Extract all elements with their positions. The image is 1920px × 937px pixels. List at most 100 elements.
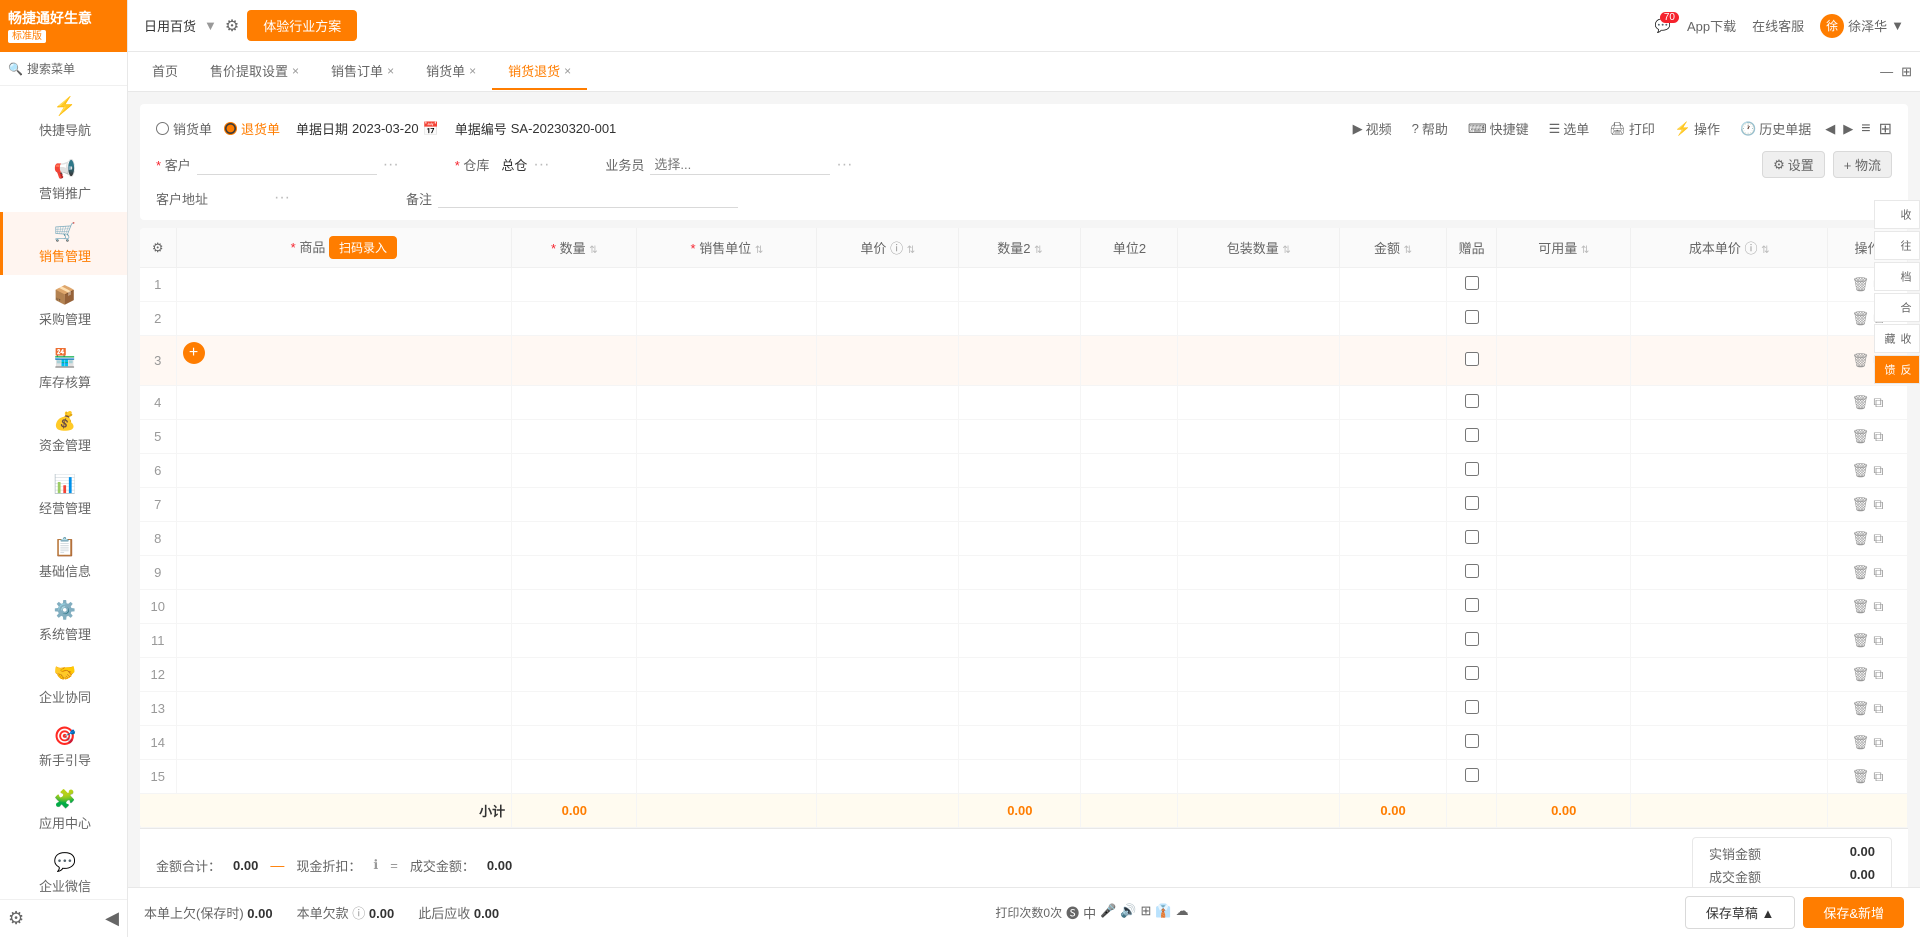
copy-row-btn[interactable]: ⧉: [1873, 564, 1883, 581]
pkg-qty-cell[interactable]: [1178, 386, 1340, 420]
available-cell[interactable]: [1497, 420, 1631, 454]
pkg-qty-cell[interactable]: [1178, 488, 1340, 522]
warehouse-picker-icon[interactable]: ···: [533, 156, 549, 174]
price-sort-icon[interactable]: ⇅: [907, 245, 915, 256]
sticky-btn-receive[interactable]: 收: [1874, 200, 1920, 229]
qty2-cell[interactable]: [959, 556, 1081, 590]
save-new-btn[interactable]: 保存&新增: [1803, 897, 1904, 928]
message-btn[interactable]: 💬 70: [1655, 18, 1671, 34]
gift-checkbox[interactable]: [1465, 496, 1479, 510]
tab-price-extract-close[interactable]: ×: [292, 64, 299, 78]
amount-cell[interactable]: [1340, 590, 1447, 624]
tab-return-close[interactable]: ×: [564, 64, 571, 78]
available-cell[interactable]: [1497, 760, 1631, 794]
qty2-cell[interactable]: [959, 590, 1081, 624]
gift-checkbox[interactable]: [1465, 564, 1479, 578]
price-cell[interactable]: [817, 692, 959, 726]
product-cell[interactable]: [176, 658, 512, 692]
sidebar-item-wechat[interactable]: 💬 企业微信: [0, 842, 127, 899]
amount-cell[interactable]: [1340, 336, 1447, 386]
next-record-icon[interactable]: ▶: [1843, 121, 1853, 137]
cost-price-cell[interactable]: [1631, 624, 1828, 658]
qty-cell[interactable]: [512, 336, 637, 386]
amount-cell[interactable]: [1340, 420, 1447, 454]
copy-row-btn[interactable]: ⧉: [1873, 530, 1883, 547]
amount-cell[interactable]: [1340, 760, 1447, 794]
qty-cell[interactable]: [512, 454, 637, 488]
unit-cell[interactable]: [637, 488, 817, 522]
gift-checkbox[interactable]: [1465, 666, 1479, 680]
unit2-cell[interactable]: [1081, 760, 1178, 794]
unit2-cell[interactable]: [1081, 268, 1178, 302]
product-cell[interactable]: [176, 590, 512, 624]
available-cell[interactable]: [1497, 386, 1631, 420]
qty2-cell[interactable]: [959, 692, 1081, 726]
pkg-qty-cell[interactable]: [1178, 692, 1340, 726]
sticky-btn-往[interactable]: 往: [1874, 231, 1920, 260]
copy-row-btn[interactable]: ⧉: [1873, 734, 1883, 751]
unit2-cell[interactable]: [1081, 454, 1178, 488]
logistics-btn[interactable]: + 物流: [1833, 151, 1892, 178]
sidebar-item-finance[interactable]: 💰 资金管理: [0, 401, 127, 464]
amount-cell[interactable]: [1340, 658, 1447, 692]
unit2-cell[interactable]: [1081, 556, 1178, 590]
gift-checkbox[interactable]: [1465, 352, 1479, 366]
product-cell[interactable]: [176, 268, 512, 302]
product-cell[interactable]: [176, 488, 512, 522]
cost-price-cell[interactable]: [1631, 556, 1828, 590]
qty-cell[interactable]: [512, 692, 637, 726]
available-cell[interactable]: [1497, 624, 1631, 658]
gift-checkbox[interactable]: [1465, 632, 1479, 646]
qty2-cell[interactable]: [959, 488, 1081, 522]
available-cell[interactable]: [1497, 556, 1631, 590]
unit-cell[interactable]: [637, 386, 817, 420]
sticky-btn-合[interactable]: 合: [1874, 293, 1920, 322]
unit-cell[interactable]: [637, 726, 817, 760]
available-cell[interactable]: [1497, 454, 1631, 488]
price-cell[interactable]: [817, 760, 959, 794]
delete-row-btn[interactable]: 🗑: [1852, 310, 1870, 327]
video-btn[interactable]: ▶ 视频: [1347, 116, 1398, 141]
select-btn[interactable]: ☰ 选单: [1543, 116, 1596, 141]
pkg-qty-cell[interactable]: [1178, 556, 1340, 590]
sidebar-item-newbie[interactable]: 🎯 新手引导: [0, 716, 127, 779]
amount-cell[interactable]: [1340, 386, 1447, 420]
unit-cell[interactable]: [637, 624, 817, 658]
delete-row-btn[interactable]: 🗑: [1852, 428, 1870, 445]
price-cell[interactable]: [817, 302, 959, 336]
unit-cell[interactable]: [637, 454, 817, 488]
topbar-gear-icon[interactable]: ⚙: [225, 16, 239, 36]
cost-price-cell[interactable]: [1631, 302, 1828, 336]
radio-sale-input[interactable]: [156, 122, 169, 135]
qty2-cell[interactable]: [959, 268, 1081, 302]
sidebar-item-sales[interactable]: 🛒 销售管理: [0, 212, 127, 275]
qty-cell[interactable]: [512, 590, 637, 624]
cost-price-cell[interactable]: [1631, 658, 1828, 692]
tab-sales[interactable]: 销货单 ×: [410, 53, 492, 90]
cost-price-cell[interactable]: [1631, 522, 1828, 556]
amount-cell[interactable]: [1340, 726, 1447, 760]
product-cell[interactable]: [176, 726, 512, 760]
unit-sort-icon[interactable]: ⇅: [755, 245, 763, 256]
unit2-cell[interactable]: [1081, 658, 1178, 692]
price-cell[interactable]: [817, 624, 959, 658]
radio-sale[interactable]: 销货单: [156, 119, 212, 138]
speaker-icon[interactable]: 🔊: [1120, 903, 1136, 922]
qty-cell[interactable]: [512, 624, 637, 658]
table-settings-icon[interactable]: ⚙: [152, 240, 164, 255]
pkg-sort-icon[interactable]: ⇅: [1282, 245, 1290, 256]
save-draft-btn[interactable]: 保存草稿 ▲: [1685, 896, 1796, 929]
gift-checkbox[interactable]: [1465, 462, 1479, 476]
available-cell[interactable]: [1497, 302, 1631, 336]
unit-cell[interactable]: [637, 658, 817, 692]
copy-row-btn[interactable]: ⧉: [1873, 768, 1883, 785]
delete-row-btn[interactable]: 🗑: [1852, 734, 1870, 751]
gift-checkbox[interactable]: [1465, 700, 1479, 714]
sidebar-settings-icon[interactable]: ⚙: [8, 908, 24, 929]
unit2-cell[interactable]: [1081, 726, 1178, 760]
address-picker-icon[interactable]: ···: [274, 189, 290, 207]
qty-cell[interactable]: [512, 522, 637, 556]
unit-cell[interactable]: [637, 522, 817, 556]
amount-cell[interactable]: [1340, 522, 1447, 556]
qty-cell[interactable]: [512, 726, 637, 760]
